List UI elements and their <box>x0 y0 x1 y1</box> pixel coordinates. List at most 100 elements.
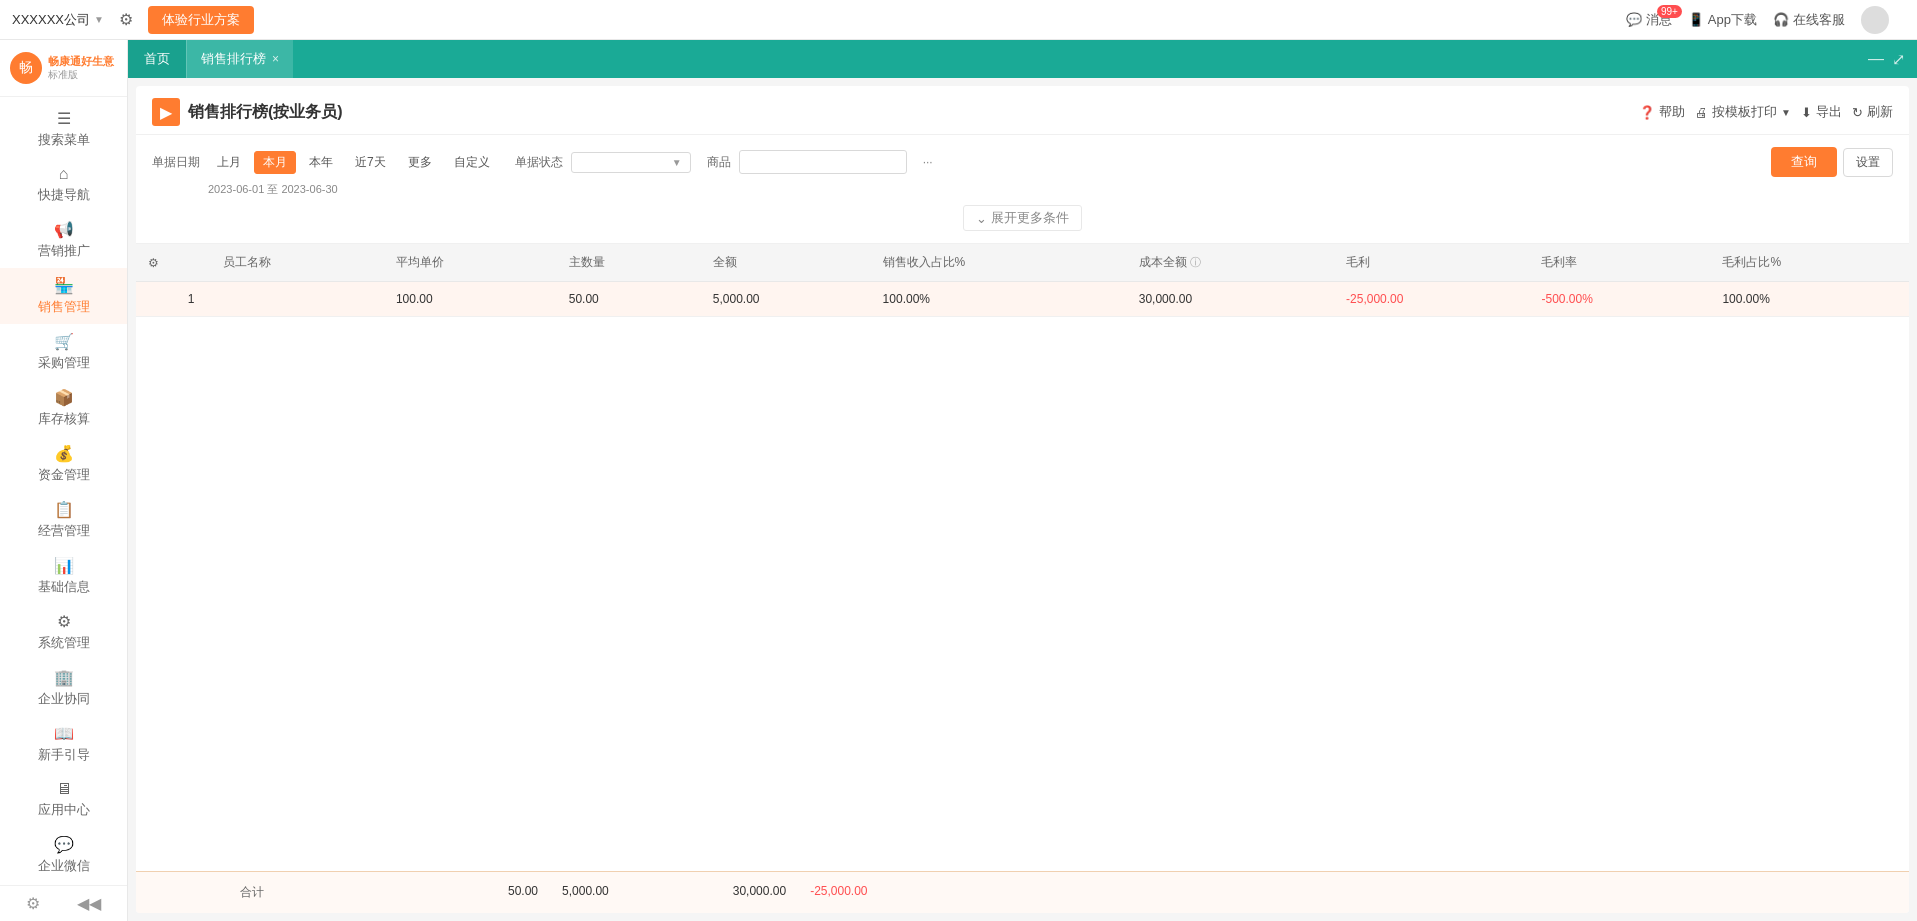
expand-down-icon: ⌄ <box>976 211 987 226</box>
app-download-label: App下载 <box>1708 11 1757 29</box>
date-tab-this-month[interactable]: 本月 <box>254 151 296 174</box>
app-icon: 📱 <box>1688 12 1704 27</box>
sidebar-item-label: 新手引导 <box>38 746 90 764</box>
row-settings <box>136 282 171 317</box>
refresh-btn[interactable]: ↻ 刷新 <box>1852 103 1893 121</box>
sidebar-item-label: 基础信息 <box>38 578 90 596</box>
footer-cost: 30,000.00 <box>721 880 798 905</box>
trial-button[interactable]: 体验行业方案 <box>148 6 254 34</box>
expand-toggle-btn[interactable]: ▶ <box>152 98 180 126</box>
footer-amount: 5,000.00 <box>550 880 621 905</box>
row-cost: 30,000.00 <box>1127 282 1334 317</box>
date-range-row: 2023-06-01 至 2023-06-30 <box>152 181 1893 197</box>
sidebar-item-basic-info[interactable]: 📊 基础信息 <box>0 548 127 604</box>
sidebar: 畅 畅康通好生意 标准版 ☰ 搜索菜单 ⌂ 快捷导航 📢 营销推广 🏪 销售管理 <box>0 40 128 921</box>
online-service-btn[interactable]: 🎧 在线客服 <box>1773 11 1845 29</box>
sidebar-item-sales[interactable]: 🏪 销售管理 <box>0 268 127 324</box>
expand-btn[interactable]: ⌄ 展开更多条件 <box>963 205 1082 231</box>
col-main-qty: 主数量 <box>557 244 701 282</box>
goods-filter: 商品 <box>707 150 907 174</box>
sidebar-item-system[interactable]: ⚙ 系统管理 <box>0 604 127 660</box>
col-profit: 毛利 <box>1334 244 1529 282</box>
app-download-btn[interactable]: 📱 App下载 <box>1688 11 1757 29</box>
sidebar-item-operations[interactable]: 📋 经营管理 <box>0 492 127 548</box>
purchase-icon: 🛒 <box>54 332 74 351</box>
tab-sales-rank[interactable]: 销售排行榜 × <box>186 40 293 78</box>
row-sales-pct: 100.00% <box>871 282 1127 317</box>
logo-title: 畅康通好生意 <box>48 54 114 68</box>
footer-main-qty: 50.00 <box>496 880 550 905</box>
sidebar-item-search-order[interactable]: ☰ 搜索菜单 <box>0 101 127 157</box>
more-filters-btn[interactable]: ··· <box>923 155 933 169</box>
page-content: ▶ 销售排行榜(按业务员) ❓ 帮助 🖨 按模板打印 ▼ ⬇ <box>136 86 1909 913</box>
sidebar-item-wechat[interactable]: 💬 企业微信 <box>0 827 127 883</box>
company-name: XXXXXX公司 <box>12 11 90 29</box>
settings-icon[interactable]: ⚙ <box>112 6 140 34</box>
sidebar-item-quick-nav[interactable]: ⌂ 快捷导航 <box>0 157 127 212</box>
table-footer: 合计 50.00 5,000.00 30,000.00 -25,000.00 <box>136 871 1909 913</box>
export-btn[interactable]: ⬇ 导出 <box>1801 103 1842 121</box>
settings-button[interactable]: 设置 <box>1843 148 1893 177</box>
sidebar-item-marketing[interactable]: 📢 营销推广 <box>0 212 127 268</box>
date-tab-more[interactable]: 更多 <box>399 151 441 174</box>
tab-minimize-icon[interactable]: — <box>1868 50 1884 68</box>
help-btn[interactable]: ❓ 帮助 <box>1639 103 1685 121</box>
col-profit-pct: 毛利占比% <box>1710 244 1909 282</box>
sidebar-item-label: 快捷导航 <box>38 186 90 204</box>
row-rank: 1 <box>171 282 211 317</box>
row-employee <box>211 282 384 317</box>
tab-close-icon[interactable]: × <box>272 52 279 66</box>
sidebar-item-enterprise[interactable]: 🏢 企业协同 <box>0 660 127 716</box>
sidebar-item-label: 营销推广 <box>38 242 90 260</box>
row-profit: -25,000.00 <box>1334 282 1529 317</box>
wechat-icon: 💬 <box>54 835 74 854</box>
col-amount: 全额 <box>701 244 871 282</box>
operations-icon: 📋 <box>54 500 74 519</box>
sidebar-item-label: 库存核算 <box>38 410 90 428</box>
date-tab-custom[interactable]: 自定义 <box>445 151 499 174</box>
enterprise-icon: 🏢 <box>54 668 74 687</box>
sidebar-nav: ☰ 搜索菜单 ⌂ 快捷导航 📢 营销推广 🏪 销售管理 🛒 采购管理 📦 库 <box>0 97 127 885</box>
status-label: 单据状态 <box>515 154 563 171</box>
status-select[interactable]: ▼ <box>571 152 691 173</box>
home-icon: ⌂ <box>59 165 69 183</box>
sidebar-item-guide[interactable]: 📖 新手引导 <box>0 716 127 772</box>
sidebar-settings-btn[interactable]: ⚙ <box>26 894 40 913</box>
query-button[interactable]: 查询 <box>1771 147 1837 177</box>
row-profit-pct: 100.00% <box>1710 282 1909 317</box>
logo-icon: 畅 <box>10 52 42 84</box>
company-selector[interactable]: XXXXXX公司 ▼ <box>12 11 104 29</box>
message-badge: 99+ <box>1657 5 1682 18</box>
sidebar-item-label: 企业协同 <box>38 690 90 708</box>
date-tab-7days[interactable]: 近7天 <box>346 151 395 174</box>
col-settings[interactable]: ⚙ <box>136 244 171 282</box>
sidebar-item-inventory[interactable]: 📦 库存核算 <box>0 380 127 436</box>
avatar[interactable] <box>1861 6 1889 34</box>
message-btn[interactable]: 💬 消息 99+ <box>1626 11 1672 29</box>
basic-info-icon: 📊 <box>54 556 74 575</box>
help-icon: ❓ <box>1639 105 1655 120</box>
expand-label: 展开更多条件 <box>991 209 1069 227</box>
date-range-text: 2023-06-01 至 2023-06-30 <box>208 183 338 195</box>
sidebar-item-finance[interactable]: 💰 资金管理 <box>0 436 127 492</box>
inventory-icon: 📦 <box>54 388 74 407</box>
status-dropdown-icon: ▼ <box>672 157 682 168</box>
export-icon: ⬇ <box>1801 105 1812 120</box>
print-btn[interactable]: 🖨 按模板打印 ▼ <box>1695 103 1791 121</box>
print-icon: 🖨 <box>1695 105 1708 120</box>
date-tab-this-year[interactable]: 本年 <box>300 151 342 174</box>
table-body: 1 100.00 50.00 5,000.00 100.00% 30,000.0… <box>136 282 1909 317</box>
goods-input[interactable] <box>739 150 907 174</box>
logo-text-block: 畅康通好生意 标准版 <box>48 54 114 82</box>
tab-home[interactable]: 首页 <box>128 40 186 78</box>
sidebar-item-label: 经营管理 <box>38 522 90 540</box>
date-tab-last-month[interactable]: 上月 <box>208 151 250 174</box>
tab-maximize-icon[interactable]: ⤢ <box>1892 50 1905 69</box>
table-row: 1 100.00 50.00 5,000.00 100.00% 30,000.0… <box>136 282 1909 317</box>
sidebar-collapse-btn[interactable]: ◀◀ <box>77 894 101 913</box>
help-label: 帮助 <box>1659 103 1685 121</box>
sidebar-item-app-center[interactable]: 🖥 应用中心 <box>0 772 127 827</box>
col-avg-price: 平均单价 <box>384 244 557 282</box>
goods-label: 商品 <box>707 154 731 171</box>
sidebar-item-purchase[interactable]: 🛒 采购管理 <box>0 324 127 380</box>
